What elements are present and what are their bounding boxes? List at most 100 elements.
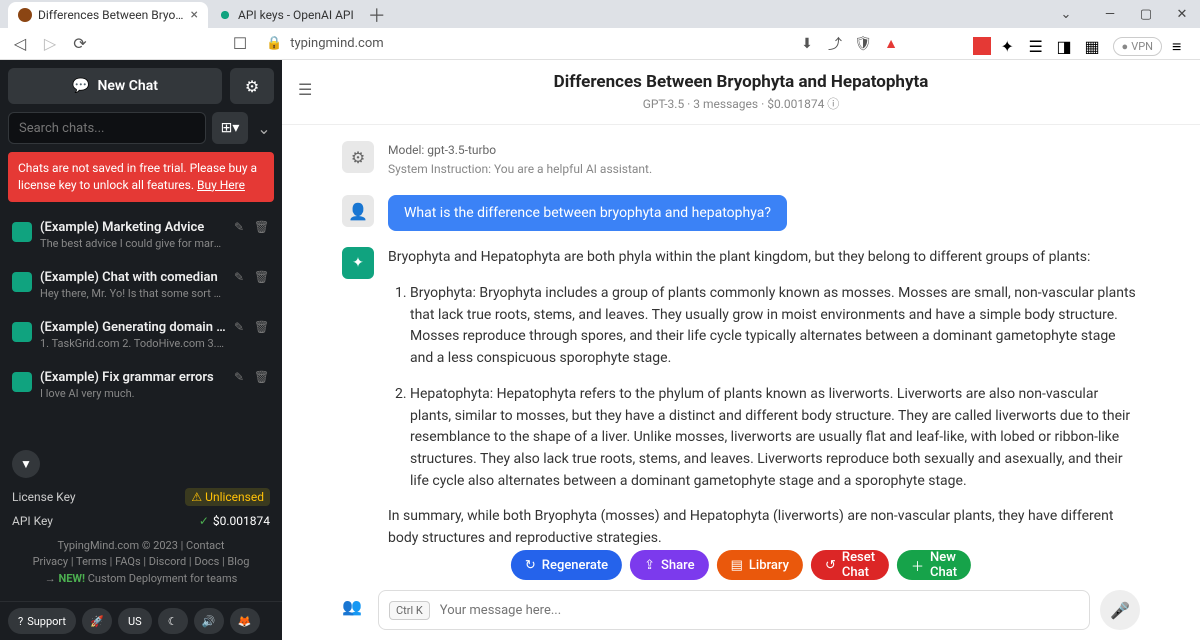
warning-icon[interactable]: ▲: [882, 35, 900, 53]
region-button[interactable]: US: [118, 608, 152, 634]
regenerate-button[interactable]: ↻Regenerate: [511, 550, 622, 580]
calendar-icon[interactable]: ▦: [1085, 37, 1103, 55]
new-chat-button[interactable]: ＋New Chat: [897, 550, 971, 580]
vpn-button[interactable]: ● VPN: [1113, 37, 1162, 56]
chat-list: (Example) Marketing Advice The best advi…: [0, 210, 282, 442]
forward-button[interactable]: ▷: [40, 34, 60, 54]
library-button[interactable]: ▤Library: [717, 550, 803, 580]
minimize-button[interactable]: —: [1092, 0, 1128, 28]
close-window-button[interactable]: ✕: [1164, 0, 1200, 28]
back-button[interactable]: ◁: [10, 34, 30, 54]
chat-subtitle: GPT-3.5 · 3 messages · $0.001874 ⓘ: [302, 95, 1180, 112]
plus-icon: ＋: [911, 556, 924, 575]
url-text: typingmind.com: [290, 36, 383, 51]
lock-icon: 🔒: [266, 36, 282, 51]
maximize-button[interactable]: ▢: [1128, 0, 1164, 28]
tab-title: Differences Between Bryophyta a: [38, 8, 185, 22]
theme-button[interactable]: ☾: [158, 608, 188, 634]
support-button[interactable]: ?Support: [8, 608, 76, 634]
chat-item[interactable]: (Example) Marketing Advice The best advi…: [0, 210, 282, 260]
message-textfield[interactable]: [440, 603, 1079, 618]
ai-paragraph: Bryophyta and Hepatophyta are both phyla…: [388, 247, 1140, 269]
extension-icon[interactable]: [973, 37, 991, 55]
chat-item-preview: I love AI very much.: [40, 387, 226, 400]
rocket-button[interactable]: 🚀: [82, 608, 112, 634]
close-icon[interactable]: ×: [191, 7, 198, 23]
shortcut-badge: Ctrl K: [389, 601, 430, 620]
browser-tab-active[interactable]: Differences Between Bryophyta a ×: [8, 2, 208, 28]
browser-tab[interactable]: API keys - OpenAI API: [208, 2, 364, 28]
new-tab-button[interactable]: ＋: [364, 2, 390, 28]
mic-button[interactable]: 🎤: [1100, 590, 1140, 630]
bottom-toolbar: ?Support 🚀 US ☾ 🔊 🦊: [0, 601, 282, 640]
sort-button[interactable]: ⌄: [254, 112, 274, 144]
tab-title: API keys - OpenAI API: [238, 8, 354, 22]
menu-icon[interactable]: ≡: [1172, 37, 1190, 55]
chat-item-preview: 1. TaskGrid.com 2. TodoHive.com 3. Task.…: [40, 337, 226, 350]
chat-item[interactable]: (Example) Generating domain n... 1. Task…: [0, 310, 282, 360]
list-icon[interactable]: ☰: [1029, 37, 1047, 55]
chat-header: ☰ Differences Between Bryophyta and Hepa…: [282, 60, 1200, 125]
edit-icon[interactable]: ✎: [234, 220, 250, 236]
trial-banner: Chats are not saved in free trial. Pleas…: [8, 152, 274, 202]
reset-chat-button[interactable]: ↺Reset Chat: [811, 550, 889, 580]
logo-button[interactable]: 🦊: [230, 608, 260, 634]
reload-button[interactable]: ⟳: [70, 34, 90, 54]
license-status[interactable]: ⚠Unlicensed: [185, 488, 270, 506]
share-button[interactable]: ⇪Share: [630, 550, 708, 580]
chat-icon: 💬: [72, 78, 89, 94]
check-icon: ✓: [199, 514, 209, 528]
input-bar: 👥 Ctrl K 🎤: [342, 590, 1140, 630]
user-icon: 👤: [342, 195, 374, 227]
chat-item-icon: [12, 322, 32, 342]
search-input[interactable]: [8, 112, 206, 144]
api-cost[interactable]: ✓$0.001874: [199, 514, 270, 528]
bookmark-icon[interactable]: ☐: [230, 34, 250, 54]
chat-item-icon: [12, 222, 32, 242]
system-message: ⚙ Model: gpt-3.5-turbo System Instructio…: [342, 141, 1140, 179]
ai-list-item: Bryophyta: Bryophyta includes a group of…: [410, 283, 1140, 370]
warning-icon: ⚠: [191, 490, 202, 504]
new-chat-label: New Chat: [97, 78, 157, 94]
expand-button[interactable]: ▼: [12, 450, 40, 478]
chat-item-preview: Hey there, Mr. Yo! Is that some sort of …: [40, 287, 226, 300]
chat-item[interactable]: (Example) Fix grammar errors I love AI v…: [0, 360, 282, 410]
download-icon[interactable]: ⬇: [798, 35, 816, 53]
new-chat-button[interactable]: 💬 New Chat: [8, 68, 222, 104]
settings-button[interactable]: ⚙: [230, 68, 274, 104]
tab-favicon: [218, 8, 232, 22]
trash-icon[interactable]: 🗑: [254, 270, 270, 286]
chat-item-preview: The best advice I could give for marketi…: [40, 237, 226, 250]
trash-icon[interactable]: 🗑: [254, 370, 270, 386]
chevron-down-icon[interactable]: ⌄: [1048, 0, 1084, 28]
shield-icon[interactable]: 🛡: [854, 35, 872, 53]
url-field[interactable]: 🔒 typingmind.com: [260, 36, 788, 51]
puzzle-icon[interactable]: ✦: [1001, 37, 1019, 55]
tab-favicon: [18, 8, 32, 22]
chat-item[interactable]: (Example) Chat with comedian Hey there, …: [0, 260, 282, 310]
ai-icon: ✦: [342, 247, 374, 279]
share-icon[interactable]: ⤴: [826, 35, 844, 53]
hamburger-icon[interactable]: ☰: [298, 80, 312, 99]
model-text: Model: gpt-3.5-turbo: [388, 141, 652, 160]
persona-icon[interactable]: 👥: [342, 597, 368, 623]
info-icon[interactable]: ⓘ: [827, 97, 839, 111]
chat-item-title: (Example) Marketing Advice: [40, 220, 226, 235]
gear-icon: ⚙: [245, 77, 259, 96]
sound-button[interactable]: 🔊: [194, 608, 224, 634]
message-input[interactable]: Ctrl K: [378, 590, 1090, 630]
api-key-label: API Key: [12, 514, 53, 528]
buy-link[interactable]: Buy Here: [197, 178, 245, 192]
chat-item-icon: [12, 372, 32, 392]
user-message: 👤 What is the difference between bryophy…: [342, 195, 1140, 231]
window-controls: ⌄ — ▢ ✕: [1048, 0, 1200, 28]
edit-icon[interactable]: ✎: [234, 370, 250, 386]
trash-icon[interactable]: 🗑: [254, 220, 270, 236]
add-folder-button[interactable]: ⊞▾: [212, 112, 248, 144]
edit-icon[interactable]: ✎: [234, 270, 250, 286]
trash-icon[interactable]: 🗑: [254, 320, 270, 336]
refresh-icon: ↻: [525, 558, 536, 573]
edit-icon[interactable]: ✎: [234, 320, 250, 336]
chat-item-icon: [12, 272, 32, 292]
sidepanel-icon[interactable]: ◨: [1057, 37, 1075, 55]
